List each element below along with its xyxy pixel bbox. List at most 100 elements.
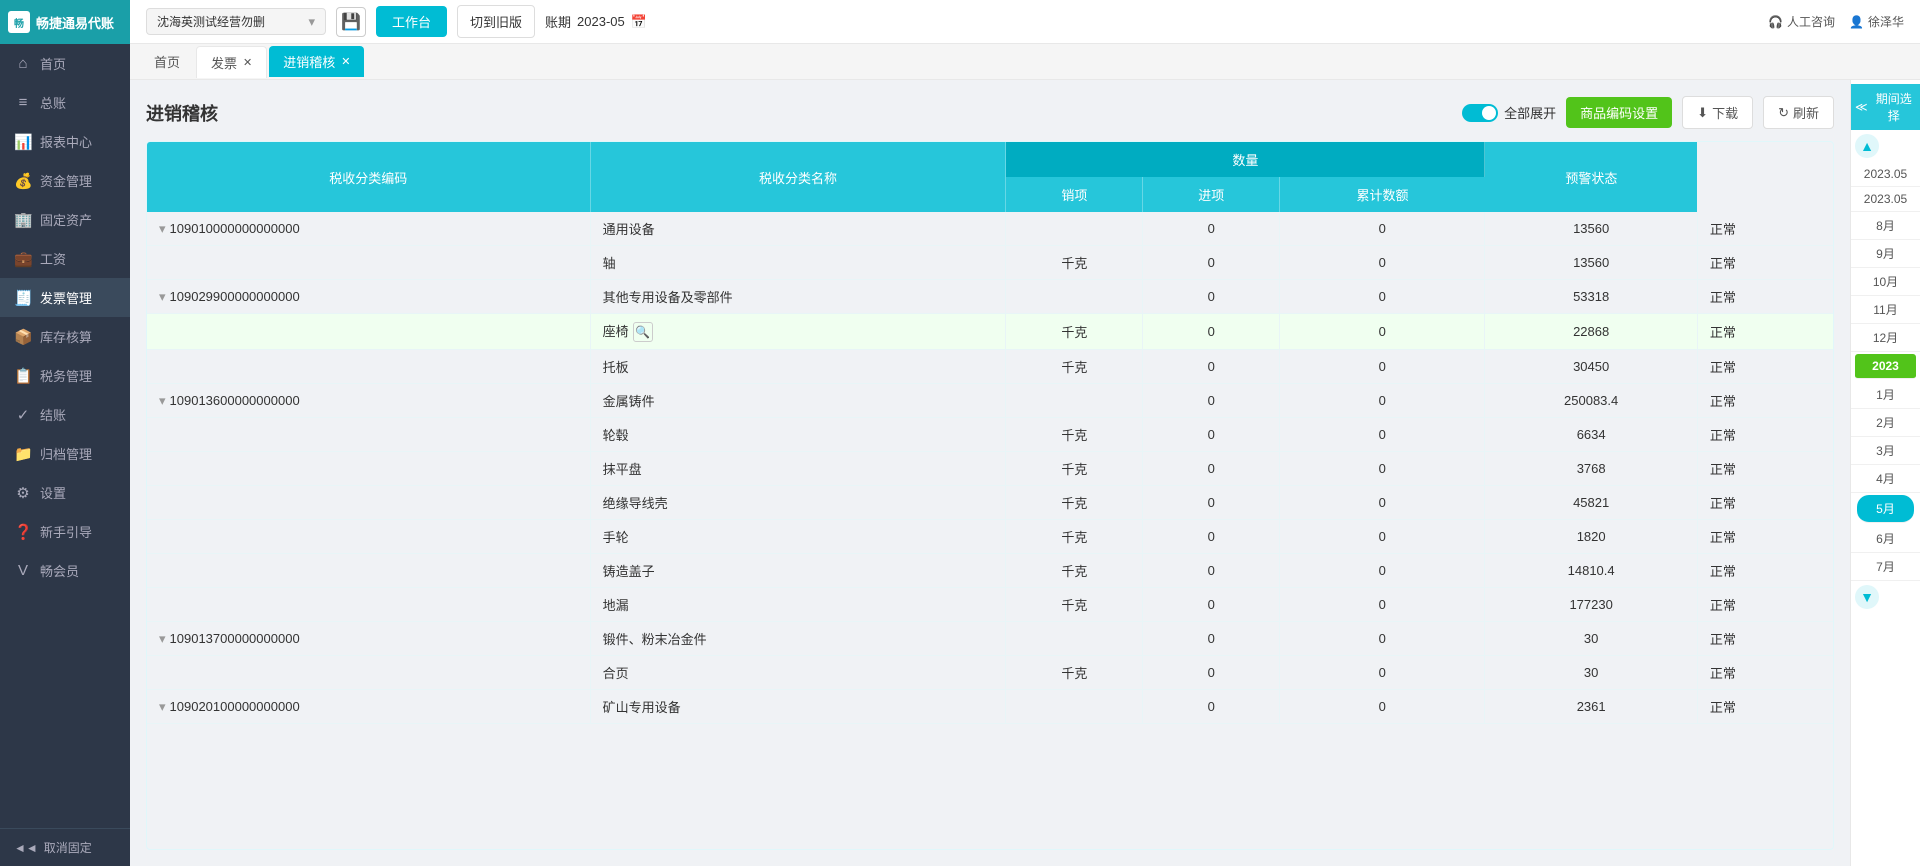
sidebar-item-invoice[interactable]: 🧾 发票管理: [0, 278, 130, 317]
toggle-switch[interactable]: [1462, 104, 1498, 122]
tab-invoice-close[interactable]: ✕: [243, 56, 252, 69]
table-row-total-5: 250083.4: [1485, 384, 1698, 418]
table-row-indent-6: [147, 418, 590, 452]
sidebar-item-tax[interactable]: 📋 税务管理: [0, 356, 130, 395]
collapse-icon[interactable]: ▾: [159, 393, 166, 408]
sidebar-label-settings: 设置: [40, 483, 66, 502]
workspace-button[interactable]: 工作台: [376, 6, 447, 37]
pin-icon: ◄◄: [14, 841, 38, 855]
sidebar-item-settlement[interactable]: ✓ 结账: [0, 395, 130, 434]
table-row-name-14: 矿山专用设备: [590, 690, 1006, 724]
cancel-fixed-btn[interactable]: ◄◄ 取消固定: [0, 828, 130, 866]
table-row-indent-8: [147, 486, 590, 520]
table-row-purchase-14: 0: [1280, 690, 1485, 724]
period-list: ▲ 2023.05 2023.05 8月 9月 10月 11月 12月 2023…: [1851, 130, 1920, 866]
toggle-all[interactable]: 全部展开: [1462, 103, 1556, 122]
legacy-button[interactable]: 切到旧版: [457, 5, 535, 38]
table-row-name-13: 合页: [590, 656, 1006, 690]
user-menu[interactable]: 👤 徐泽华: [1849, 13, 1904, 30]
salary-icon: 💼: [14, 250, 32, 268]
sidebar-item-salary[interactable]: 💼 工资: [0, 239, 130, 278]
sidebar-label-funds: 资金管理: [40, 171, 92, 190]
table-row-status-12: 正常: [1697, 622, 1833, 656]
settings-btn[interactable]: 商品编码设置: [1566, 97, 1672, 128]
page-title: 进销稽核: [146, 100, 218, 126]
period-month-12[interactable]: 12月: [1851, 324, 1920, 352]
year-2023-label: 2023: [1855, 354, 1916, 379]
period-month-5[interactable]: 5月: [1857, 495, 1914, 523]
refresh-btn[interactable]: ↻ 刷新: [1763, 96, 1834, 129]
collapse-icon[interactable]: ▾: [159, 631, 166, 646]
calendar-icon[interactable]: 📅: [631, 14, 647, 30]
sidebar-item-inventory[interactable]: 📦 库存核算: [0, 317, 130, 356]
period-item-2[interactable]: 2023.05: [1851, 187, 1920, 212]
sidebar-item-vip[interactable]: V 畅会员: [0, 551, 130, 590]
period-item-1[interactable]: 2023.05: [1851, 162, 1920, 187]
sidebar: 畅 畅捷通易代账 ⌂ 首页 ≡ 总账 📊 报表中心 💰 资金管理 🏢 固定资产 …: [0, 0, 130, 866]
table-row-name-7: 抹平盘: [590, 452, 1006, 486]
sidebar-label-salary: 工资: [40, 249, 66, 268]
table-row-purchase-13: 0: [1280, 656, 1485, 690]
th-total: 累计数额: [1280, 177, 1485, 212]
table-row-status-0: 正常: [1697, 212, 1833, 246]
table-row-total-3: 22868: [1485, 314, 1698, 350]
collapse-icon[interactable]: ▾: [159, 289, 166, 304]
tab-reconciliation[interactable]: 进销稽核 ✕: [269, 46, 364, 77]
sidebar-label-tax: 税务管理: [40, 366, 92, 385]
sidebar-item-ledger[interactable]: ≡ 总账: [0, 83, 130, 122]
table-row-sale-4: 0: [1143, 350, 1280, 384]
save-button[interactable]: 💾: [336, 7, 366, 37]
table-row-unit-4: 千克: [1006, 350, 1143, 384]
collapse-icon[interactable]: ▾: [159, 221, 166, 236]
sidebar-item-guide[interactable]: ❓ 新手引导: [0, 512, 130, 551]
period-month-6[interactable]: 6月: [1851, 525, 1920, 553]
sidebar-item-archive[interactable]: 📁 归档管理: [0, 434, 130, 473]
period-month-10[interactable]: 10月: [1851, 268, 1920, 296]
table-row-total-11: 177230: [1485, 588, 1698, 622]
period-month-2[interactable]: 2月: [1851, 409, 1920, 437]
company-selector[interactable]: 沈海英测试经营勿删 ▾: [146, 8, 326, 35]
settlement-icon: ✓: [14, 406, 32, 424]
period-down-btn[interactable]: ▼: [1855, 585, 1879, 609]
sidebar-item-reports[interactable]: 📊 报表中心: [0, 122, 130, 161]
table-row-unit-1: 千克: [1006, 246, 1143, 280]
right-panel: ≪ 期间选择 ▲ 2023.05 2023.05 8月 9月 10月 11月 1…: [1850, 80, 1920, 866]
expand-icon[interactable]: ≪: [1855, 100, 1868, 114]
th-warning: 预警状态: [1485, 142, 1698, 212]
period-month-9[interactable]: 9月: [1851, 240, 1920, 268]
sidebar-item-home[interactable]: ⌂ 首页: [0, 44, 130, 83]
sidebar-item-fixed-assets[interactable]: 🏢 固定资产: [0, 200, 130, 239]
table-row-purchase-3: 0: [1280, 314, 1485, 350]
table-row-purchase-12: 0: [1280, 622, 1485, 656]
tab-home[interactable]: 首页: [140, 46, 194, 77]
sidebar-label-archive: 归档管理: [40, 444, 92, 463]
table-row-indent-9: [147, 520, 590, 554]
inventory-icon: 📦: [14, 328, 32, 346]
period-month-4[interactable]: 4月: [1851, 465, 1920, 493]
table-row-status-14: 正常: [1697, 690, 1833, 724]
tab-home-label: 首页: [154, 52, 180, 71]
data-table-wrap[interactable]: 税收分类编码 税收分类名称 数量 预警状态 销项 进项 累计数额 ▾109010…: [146, 141, 1834, 850]
table-row-unit-3: 千克: [1006, 314, 1143, 350]
fixed-assets-icon: 🏢: [14, 211, 32, 229]
download-btn[interactable]: ⬇ 下载: [1682, 96, 1753, 129]
support-button[interactable]: 🎧 人工咨询: [1768, 13, 1835, 30]
th-tax-name: 税收分类名称: [590, 142, 1006, 212]
period-month-11[interactable]: 11月: [1851, 296, 1920, 324]
period-up-btn[interactable]: ▲: [1855, 134, 1879, 158]
sidebar-item-settings[interactable]: ⚙ 设置: [0, 473, 130, 512]
table-row-name-10: 铸造盖子: [590, 554, 1006, 588]
period-month-1[interactable]: 1月: [1851, 381, 1920, 409]
table-row-total-1: 13560: [1485, 246, 1698, 280]
period-month-3[interactable]: 3月: [1851, 437, 1920, 465]
sidebar-item-funds[interactable]: 💰 资金管理: [0, 161, 130, 200]
tab-bar: 首页 发票 ✕ 进销稽核 ✕: [130, 44, 1920, 80]
table-row-indent-11: [147, 588, 590, 622]
period-month-8[interactable]: 8月: [1851, 212, 1920, 240]
table-row-sale-7: 0: [1143, 452, 1280, 486]
period-month-7[interactable]: 7月: [1851, 553, 1920, 581]
tab-invoice[interactable]: 发票 ✕: [196, 46, 267, 78]
tab-reconciliation-close[interactable]: ✕: [341, 55, 350, 68]
collapse-icon[interactable]: ▾: [159, 699, 166, 714]
search-inline-icon[interactable]: 🔍: [633, 322, 653, 342]
